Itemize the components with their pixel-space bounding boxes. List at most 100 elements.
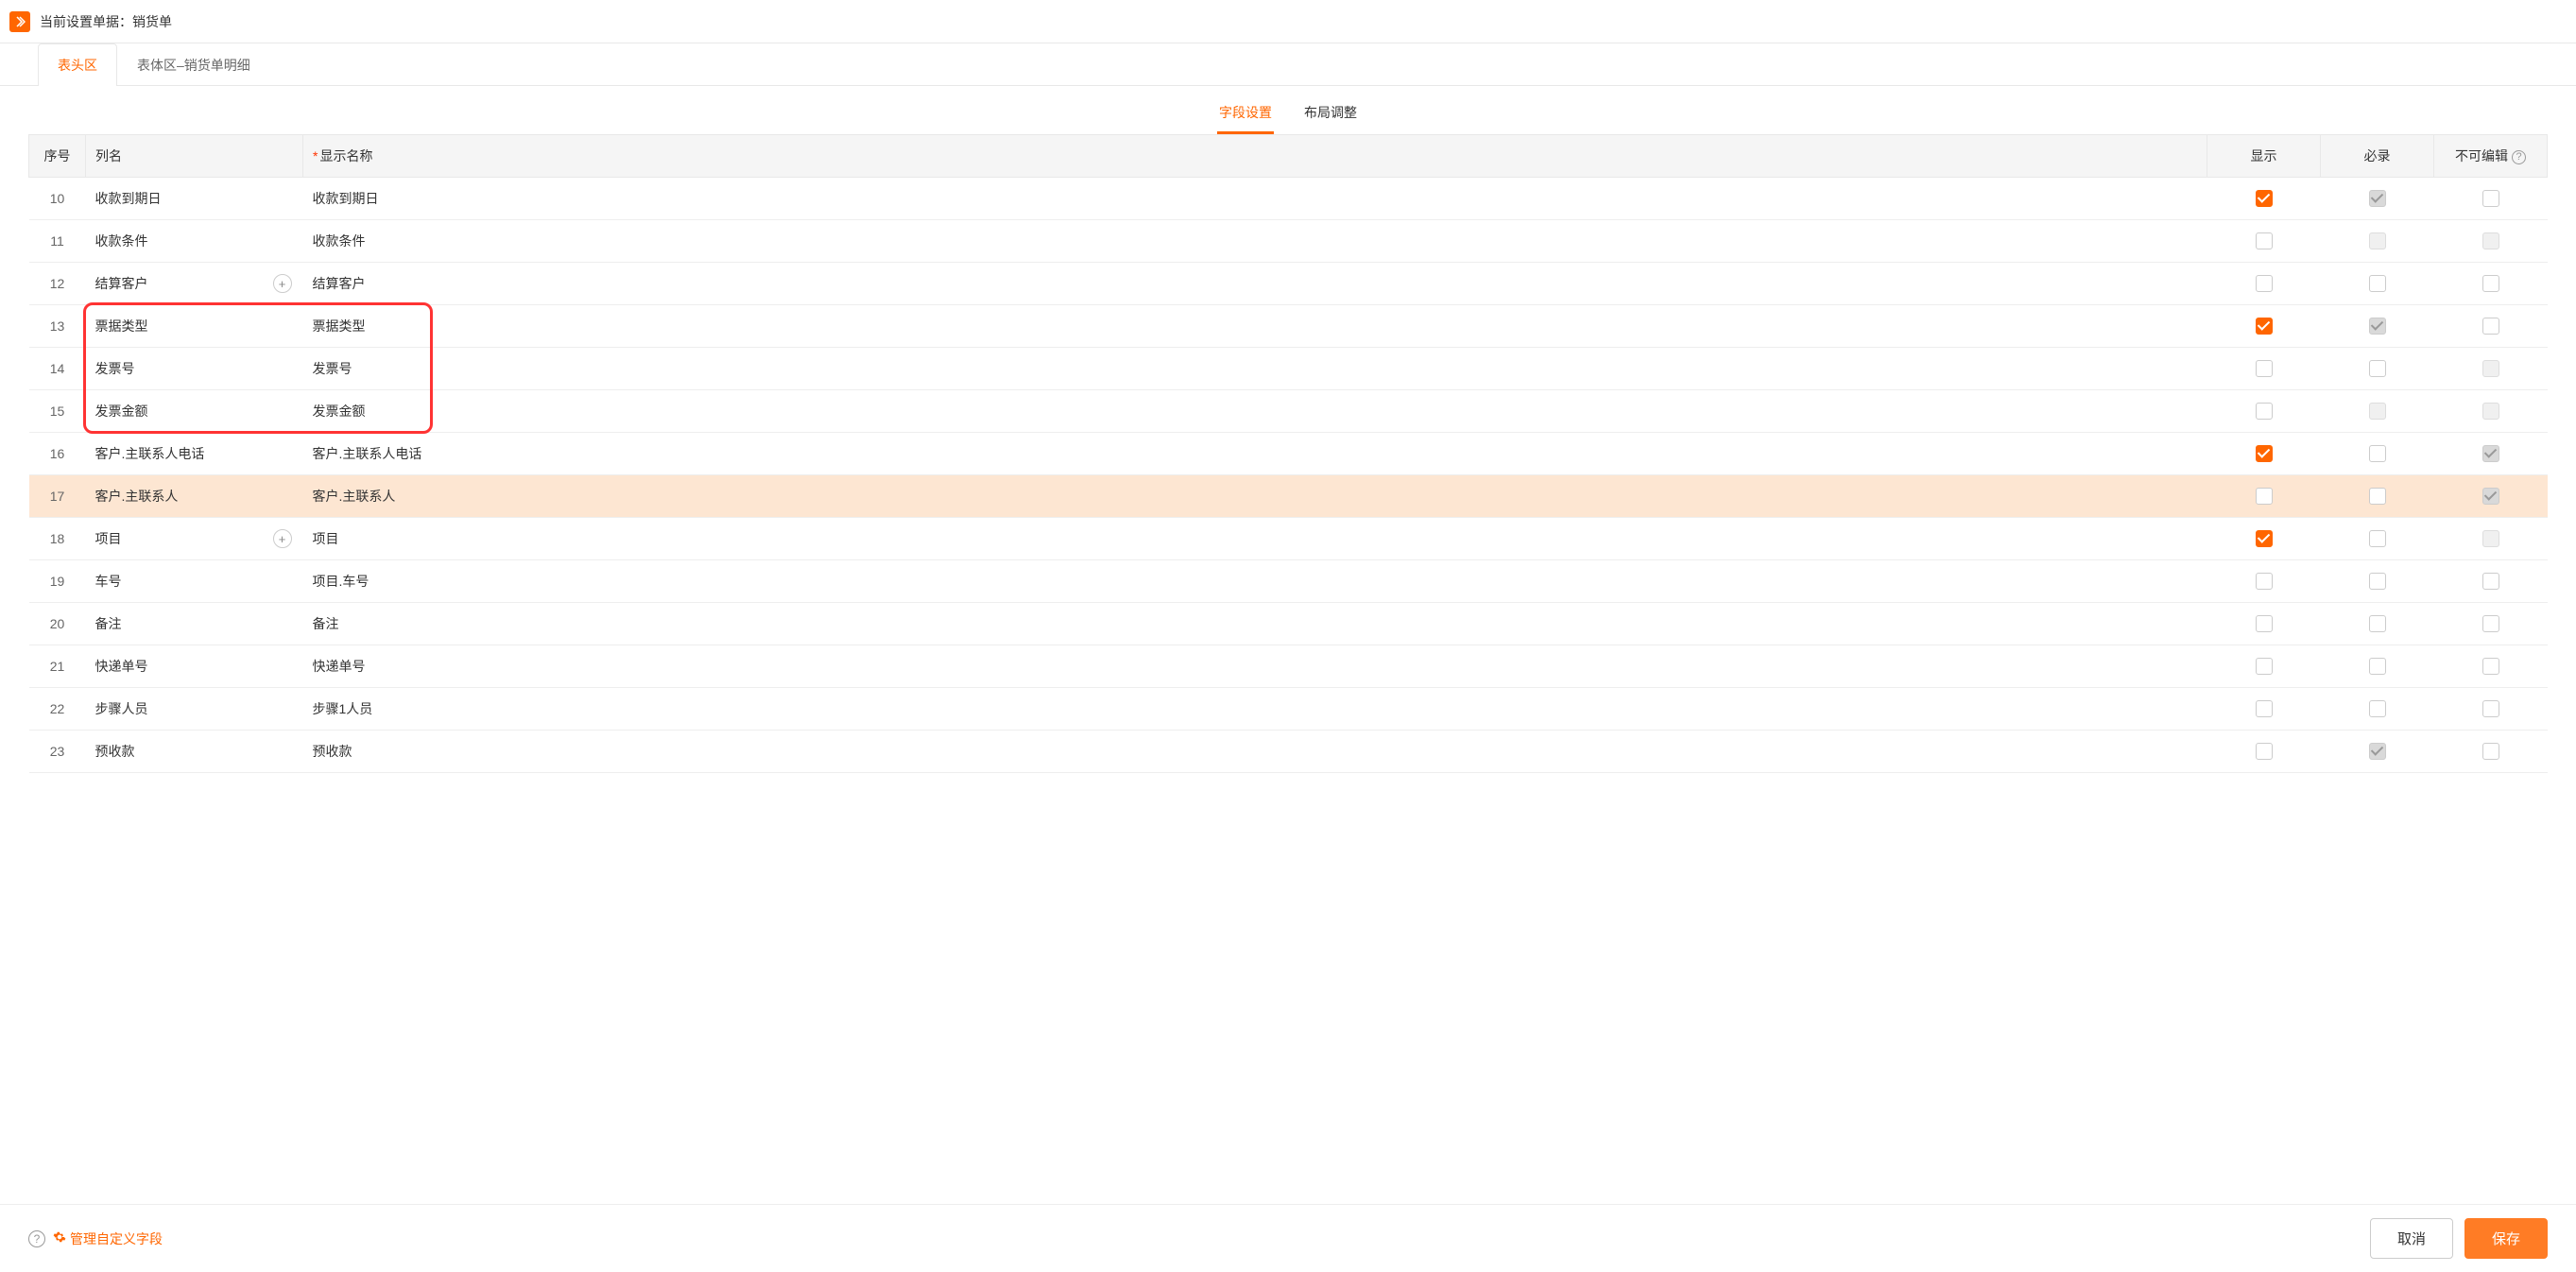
- noedit-checkbox[interactable]: [2482, 573, 2499, 590]
- cell-display-name[interactable]: 预收款: [303, 731, 2207, 773]
- cell-required: [2321, 220, 2434, 263]
- table-row[interactable]: 15发票金额发票金额: [29, 390, 2548, 433]
- cell-display-name[interactable]: 票据类型: [303, 305, 2207, 348]
- show-checkbox[interactable]: [2256, 360, 2273, 377]
- show-checkbox[interactable]: [2256, 530, 2273, 547]
- cell-show: [2207, 560, 2321, 603]
- required-checkbox[interactable]: [2369, 360, 2386, 377]
- cell-required: [2321, 560, 2434, 603]
- save-button[interactable]: 保存: [2464, 1218, 2548, 1259]
- cell-display-name[interactable]: 发票号: [303, 348, 2207, 390]
- table-row[interactable]: 17客户.主联系人客户.主联系人: [29, 475, 2548, 518]
- cell-required: [2321, 645, 2434, 688]
- required-checkbox[interactable]: [2369, 700, 2386, 717]
- cell-seq: 19: [29, 560, 86, 603]
- cell-required: [2321, 348, 2434, 390]
- add-icon[interactable]: +: [273, 274, 292, 293]
- cell-seq: 10: [29, 178, 86, 220]
- subtab-layout-adjust[interactable]: 布局调整: [1302, 99, 1359, 134]
- cell-show: [2207, 390, 2321, 433]
- show-checkbox[interactable]: [2256, 658, 2273, 675]
- noedit-checkbox[interactable]: [2482, 658, 2499, 675]
- show-checkbox[interactable]: [2256, 445, 2273, 462]
- table-row[interactable]: 20备注备注: [29, 603, 2548, 645]
- cell-display-name[interactable]: 客户.主联系人: [303, 475, 2207, 518]
- table-row[interactable]: 23预收款预收款: [29, 731, 2548, 773]
- required-checkbox: [2369, 190, 2386, 207]
- show-checkbox[interactable]: [2256, 190, 2273, 207]
- tab-body-area[interactable]: 表体区–销货单明细: [117, 43, 270, 86]
- table-row[interactable]: 11收款条件收款条件: [29, 220, 2548, 263]
- noedit-checkbox[interactable]: [2482, 190, 2499, 207]
- cell-required: [2321, 518, 2434, 560]
- add-icon[interactable]: +: [273, 529, 292, 548]
- noedit-checkbox[interactable]: [2482, 275, 2499, 292]
- required-checkbox[interactable]: [2369, 658, 2386, 675]
- show-checkbox[interactable]: [2256, 573, 2273, 590]
- cell-show: [2207, 688, 2321, 731]
- noedit-checkbox[interactable]: [2482, 743, 2499, 760]
- show-checkbox[interactable]: [2256, 700, 2273, 717]
- required-checkbox[interactable]: [2369, 275, 2386, 292]
- table-row[interactable]: 13票据类型票据类型: [29, 305, 2548, 348]
- cell-display-name[interactable]: 备注: [303, 603, 2207, 645]
- cell-colname: 结算客户+: [86, 263, 303, 305]
- table-row[interactable]: 12结算客户+结算客户: [29, 263, 2548, 305]
- col-display-name: *显示名称: [303, 135, 2207, 178]
- cell-display-name[interactable]: 客户.主联系人电话: [303, 433, 2207, 475]
- sub-tabs: 字段设置 布局调整: [0, 86, 2576, 134]
- required-checkbox[interactable]: [2369, 445, 2386, 462]
- current-document-label: 当前设置单据：销货单: [40, 12, 172, 31]
- show-checkbox[interactable]: [2256, 743, 2273, 760]
- help-icon[interactable]: ?: [28, 1230, 45, 1247]
- cancel-button[interactable]: 取消: [2370, 1218, 2453, 1259]
- show-checkbox[interactable]: [2256, 318, 2273, 335]
- cell-seq: 12: [29, 263, 86, 305]
- manage-custom-fields-link[interactable]: 管理自定义字段: [70, 1229, 163, 1248]
- cell-colname: 收款条件: [86, 220, 303, 263]
- required-checkbox[interactable]: [2369, 530, 2386, 547]
- cell-noedit: [2434, 645, 2548, 688]
- cell-colname: 步骤人员: [86, 688, 303, 731]
- show-checkbox[interactable]: [2256, 232, 2273, 249]
- noedit-checkbox[interactable]: [2482, 318, 2499, 335]
- show-checkbox[interactable]: [2256, 488, 2273, 505]
- noedit-checkbox[interactable]: [2482, 700, 2499, 717]
- subtab-field-settings[interactable]: 字段设置: [1217, 99, 1274, 134]
- table-row[interactable]: 14发票号发票号: [29, 348, 2548, 390]
- cell-required: [2321, 603, 2434, 645]
- cell-display-name[interactable]: 快递单号: [303, 645, 2207, 688]
- cell-required: [2321, 390, 2434, 433]
- cell-display-name[interactable]: 收款到期日: [303, 178, 2207, 220]
- cell-display-name[interactable]: 项目.车号: [303, 560, 2207, 603]
- cell-display-name[interactable]: 项目: [303, 518, 2207, 560]
- show-checkbox[interactable]: [2256, 403, 2273, 420]
- noedit-checkbox[interactable]: [2482, 615, 2499, 632]
- cell-display-name[interactable]: 结算客户: [303, 263, 2207, 305]
- show-checkbox[interactable]: [2256, 615, 2273, 632]
- gear-icon: [53, 1230, 66, 1246]
- cell-noedit: [2434, 305, 2548, 348]
- required-checkbox[interactable]: [2369, 488, 2386, 505]
- required-checkbox[interactable]: [2369, 615, 2386, 632]
- cell-display-name[interactable]: 步骤1人员: [303, 688, 2207, 731]
- table-row[interactable]: 10收款到期日收款到期日: [29, 178, 2548, 220]
- cell-display-name[interactable]: 收款条件: [303, 220, 2207, 263]
- collapse-toggle-icon[interactable]: [9, 11, 30, 32]
- cell-show: [2207, 645, 2321, 688]
- info-icon[interactable]: ?: [2512, 150, 2526, 164]
- table-row[interactable]: 19车号项目.车号: [29, 560, 2548, 603]
- cell-colname: 预收款: [86, 731, 303, 773]
- cell-noedit: [2434, 688, 2548, 731]
- table-row[interactable]: 16客户.主联系人电话客户.主联系人电话: [29, 433, 2548, 475]
- tab-header-area[interactable]: 表头区: [38, 43, 117, 86]
- table-row[interactable]: 21快递单号快递单号: [29, 645, 2548, 688]
- cell-noedit: [2434, 220, 2548, 263]
- table-row[interactable]: 22步骤人员步骤1人员: [29, 688, 2548, 731]
- show-checkbox[interactable]: [2256, 275, 2273, 292]
- cell-display-name[interactable]: 发票金额: [303, 390, 2207, 433]
- noedit-checkbox: [2482, 403, 2499, 420]
- required-checkbox[interactable]: [2369, 573, 2386, 590]
- table-row[interactable]: 18项目+项目: [29, 518, 2548, 560]
- col-required: 必录: [2321, 135, 2434, 178]
